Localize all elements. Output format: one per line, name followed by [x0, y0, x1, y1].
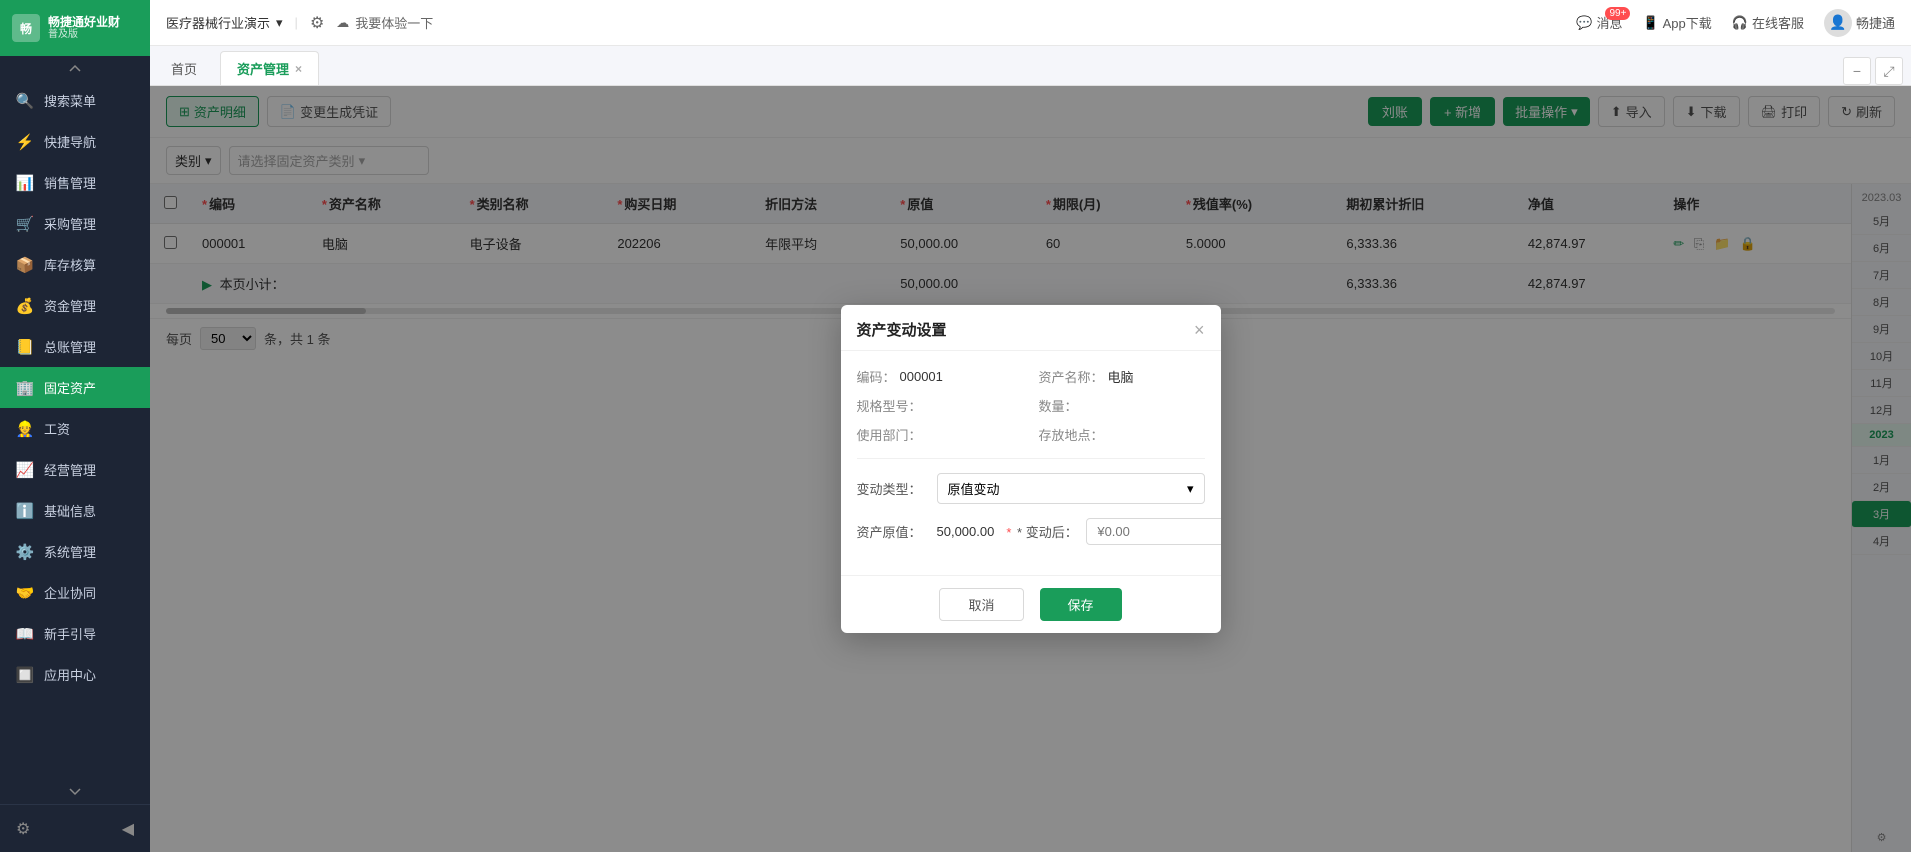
building-icon: 🏢: [16, 379, 34, 397]
modal-info-grid: 编码： 000001 资产名称： 电脑 规格型号： 数量：: [857, 367, 1205, 459]
sidebar-item-ledger[interactable]: 📒 总账管理: [0, 326, 150, 367]
tabs-right-controls: − ⤢: [1843, 57, 1911, 85]
modal-dept: 使用部门：: [857, 425, 1023, 444]
sidebar-item-fixed-assets[interactable]: 🏢 固定资产: [0, 367, 150, 408]
main-content: 医疗器械行业演示 ▾ | ⚙ ☁ 我要体验一下 💬 消息 99+ 📱 App下载…: [150, 0, 1911, 852]
cloud-icon: ☁: [336, 15, 349, 31]
ledger-icon: 📒: [16, 338, 34, 356]
original-value-field: 资产原值： 50,000.00: [857, 522, 995, 541]
app-logo: 畅 畅捷通好业财 普及版: [0, 0, 150, 56]
modal-title: 资产变动设置: [857, 319, 947, 340]
cancel-button[interactable]: 取消: [939, 588, 1023, 621]
after-change-field: * * 变动后：: [1006, 518, 1220, 545]
tab-maximize-button[interactable]: ⤢: [1875, 57, 1903, 85]
logo-text: 畅捷通好业财 普及版: [48, 15, 120, 41]
topbar-right: 💬 消息 99+ 📱 App下载 🎧 在线客服 👤 畅捷通: [1576, 9, 1895, 37]
box-icon: 📦: [16, 256, 34, 274]
user-button[interactable]: 👤 畅捷通: [1824, 9, 1895, 37]
sidebar-item-search[interactable]: 🔍 搜索菜单: [0, 80, 150, 121]
sidebar: 畅 畅捷通好业财 普及版 🔍 搜索菜单 ⚡ 快捷导航 📊 销售管理 🛒 采购管理…: [0, 0, 150, 852]
collapse-icon[interactable]: ◀: [122, 819, 134, 839]
required-star: *: [1006, 525, 1011, 540]
search-icon: 🔍: [16, 92, 34, 110]
customer-service-button[interactable]: 🎧 在线客服: [1732, 13, 1804, 32]
after-change-input[interactable]: [1086, 518, 1220, 545]
message-icon: 💬: [1576, 15, 1592, 31]
topbar-divider: |: [295, 15, 298, 30]
app-download-button[interactable]: 📱 App下载: [1642, 13, 1711, 32]
money-icon: 💰: [16, 297, 34, 315]
apps-icon: 🔲: [16, 666, 34, 684]
sidebar-scroll-down[interactable]: [0, 780, 150, 804]
modal-asset-name: 资产名称： 电脑: [1039, 367, 1205, 386]
modal-model: 规格型号：: [857, 396, 1023, 415]
sidebar-item-sales[interactable]: 📊 销售管理: [0, 162, 150, 203]
modal-footer: 取消 保存: [841, 575, 1221, 633]
lightning-icon: ⚡: [16, 133, 34, 151]
download-icon: 📱: [1642, 15, 1658, 31]
sidebar-item-guide[interactable]: 📖 新手引导: [0, 613, 150, 654]
settings-footer-icon[interactable]: ⚙: [16, 819, 30, 839]
topbar: 医疗器械行业演示 ▾ | ⚙ ☁ 我要体验一下 💬 消息 99+ 📱 App下载…: [150, 0, 1911, 46]
message-badge: 99+: [1605, 7, 1630, 20]
chevron-down-icon: ▾: [276, 15, 283, 31]
sidebar-item-funds[interactable]: 💰 资金管理: [0, 285, 150, 326]
book-icon: 📖: [16, 625, 34, 643]
tab-close-icon[interactable]: ×: [295, 62, 302, 76]
tabs-bar: 首页 资产管理 × − ⤢: [150, 46, 1911, 86]
modal-location: 存放地点：: [1039, 425, 1205, 444]
modal-header: 资产变动设置 ×: [841, 305, 1221, 351]
tab-asset-mgmt[interactable]: 资产管理 ×: [220, 51, 319, 85]
change-type-select[interactable]: 原值变动 ▾: [937, 473, 1205, 504]
select-chevron-icon: ▾: [1187, 481, 1194, 497]
sidebar-item-system[interactable]: ⚙️ 系统管理: [0, 531, 150, 572]
chart-icon: 📊: [16, 174, 34, 192]
modal-quantity: 数量：: [1039, 396, 1205, 415]
modal-change-type-row: 变动类型： 原值变动 ▾: [857, 473, 1205, 504]
sidebar-item-quick-nav[interactable]: ⚡ 快捷导航: [0, 121, 150, 162]
settings-button[interactable]: ⚙: [310, 13, 324, 33]
sidebar-item-inventory[interactable]: 📦 库存核算: [0, 244, 150, 285]
experience-button[interactable]: ☁ 我要体验一下: [336, 13, 433, 32]
save-button[interactable]: 保存: [1040, 588, 1122, 621]
gear-icon: ⚙️: [16, 543, 34, 561]
message-button[interactable]: 💬 消息 99+: [1576, 13, 1622, 32]
sidebar-item-management[interactable]: 📈 经营管理: [0, 449, 150, 490]
handshake-icon: 🤝: [16, 584, 34, 602]
info-icon: ℹ️: [16, 502, 34, 520]
asset-change-modal: 资产变动设置 × 编码： 000001 资产名称： 电脑: [841, 305, 1221, 633]
modal-overlay: 资产变动设置 × 编码： 000001 资产名称： 电脑: [150, 86, 1911, 852]
modal-values-row: 资产原值： 50,000.00 * * 变动后：: [857, 518, 1205, 545]
tab-home[interactable]: 首页: [154, 51, 214, 85]
service-icon: 🎧: [1732, 15, 1748, 31]
sidebar-footer: ⚙ ◀: [0, 804, 150, 852]
cart-icon: 🛒: [16, 215, 34, 233]
logo-icon: 畅: [12, 14, 40, 42]
sidebar-item-payroll[interactable]: 👷 工资: [0, 408, 150, 449]
tab-minimize-button[interactable]: −: [1843, 57, 1871, 85]
sidebar-item-purchase[interactable]: 🛒 采购管理: [0, 203, 150, 244]
sidebar-scroll-up[interactable]: [0, 56, 150, 80]
modal-close-button[interactable]: ×: [1194, 321, 1205, 339]
sidebar-item-collaboration[interactable]: 🤝 企业协同: [0, 572, 150, 613]
modal-code: 编码： 000001: [857, 367, 1023, 386]
sidebar-menu: 🔍 搜索菜单 ⚡ 快捷导航 📊 销售管理 🛒 采购管理 📦 库存核算 💰 资金管…: [0, 80, 150, 780]
modal-body: 编码： 000001 资产名称： 电脑 规格型号： 数量：: [841, 351, 1221, 575]
sidebar-item-app-center[interactable]: 🔲 应用中心: [0, 654, 150, 695]
avatar: 👤: [1824, 9, 1852, 37]
worker-icon: 👷: [16, 420, 34, 438]
sidebar-item-basic-info[interactable]: ℹ️ 基础信息: [0, 490, 150, 531]
content-area: ⊞ 资产明细 📄 变更生成凭证 刘账 + 新增 批量操作 ▾: [150, 86, 1911, 852]
company-selector[interactable]: 医疗器械行业演示 ▾: [166, 13, 283, 32]
trend-icon: 📈: [16, 461, 34, 479]
